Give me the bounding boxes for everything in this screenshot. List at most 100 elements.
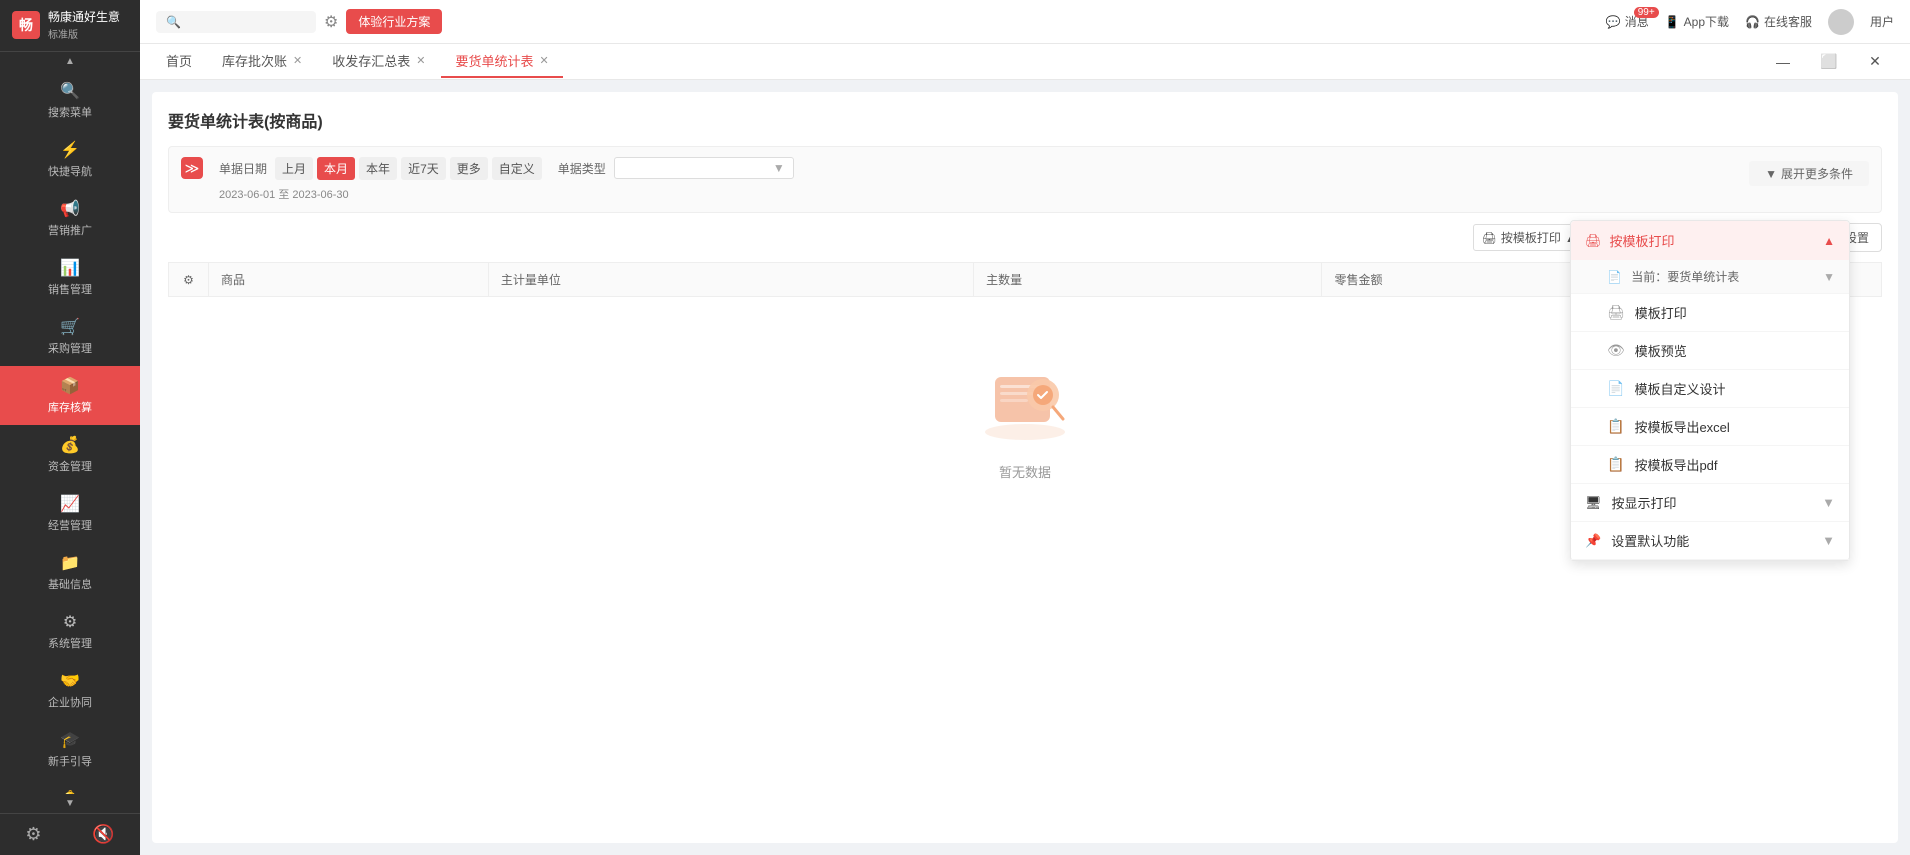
print-btn[interactable]: 🖨 按模板打印 ▲: [1473, 224, 1586, 251]
volume-btn[interactable]: 🔇: [92, 824, 114, 845]
sidebar-item-guide[interactable]: 🎓 新手引导: [0, 720, 140, 779]
message-btn[interactable]: 💬 消息 99+: [1606, 13, 1649, 30]
tab-home[interactable]: 首页: [152, 45, 206, 78]
expand-more-icon: ▼: [1765, 167, 1777, 181]
dropdown-template-pdf[interactable]: 📋 按模板导出pdf: [1571, 446, 1849, 484]
default-fn-left: 📌 设置默认功能: [1585, 531, 1689, 550]
tabs-bar: 首页 库存批次账 ✕ 收发存汇总表 ✕ 要货单统计表 ✕ — ⬜ ✕: [140, 44, 1910, 80]
minimize-btn[interactable]: —: [1760, 44, 1806, 80]
scroll-down-btn[interactable]: ▼: [0, 794, 140, 813]
close-window-btn[interactable]: ✕: [1852, 44, 1898, 80]
filter-date-row: 单据日期 上月 本月 本年 近7天 更多 自定义: [219, 157, 542, 180]
settings-gear-btn[interactable]: ⚙: [25, 824, 41, 845]
date-btn-prev[interactable]: 上月: [275, 157, 313, 180]
col-unit: 主计量单位: [488, 263, 973, 297]
print-dropdown-header[interactable]: 🖨 按模板打印 ▲: [1571, 221, 1849, 260]
app-version: 标准版: [48, 26, 120, 41]
display-print-left: 🖥 按显示打印: [1585, 493, 1677, 512]
display-print-icon: 🖥: [1585, 495, 1602, 511]
operation-icon: 📈: [60, 494, 80, 514]
sidebar-bottom: ⚙ 🔇: [0, 813, 140, 855]
template-pdf-icon: 📋: [1607, 456, 1624, 473]
settings-icon: ⚙: [183, 273, 194, 287]
dropdown-display-print[interactable]: 🖥 按显示打印 ▼: [1571, 484, 1849, 522]
print-dropdown-collapse-icon: ▲: [1823, 234, 1835, 248]
current-template-icon: 📄: [1607, 270, 1622, 284]
maximize-btn[interactable]: ⬜: [1806, 44, 1852, 80]
app-download-btn[interactable]: 📱 App下载: [1665, 13, 1729, 30]
dropdown-template-print[interactable]: 🖨 模板打印: [1571, 294, 1849, 332]
date-btn-more[interactable]: 更多: [450, 157, 488, 180]
app-logo: 畅 畅康通好生意 标准版: [0, 0, 140, 52]
doctype-select[interactable]: ▼: [614, 157, 794, 179]
tab-inventory-batch[interactable]: 库存批次账 ✕: [208, 45, 316, 78]
app-name: 畅康通好生意: [48, 10, 120, 26]
current-template-item[interactable]: 📄 当前：要货单统计表 ▼: [1571, 260, 1849, 294]
default-fn-icon: 📌: [1585, 533, 1601, 549]
template-excel-icon: 📋: [1607, 418, 1624, 435]
filter-date-group: 单据日期 上月 本月 本年 近7天 更多 自定义 2023-06-01 至 20…: [219, 157, 542, 202]
filter-expand-btn[interactable]: ≫: [181, 157, 203, 179]
close-receipt-summary-tab[interactable]: ✕: [416, 54, 425, 67]
filter-doctype-row: 单据类型 ▼: [558, 157, 794, 179]
sidebar-item-sales[interactable]: 📊 销售管理: [0, 248, 140, 307]
expand-more-btn[interactable]: ▼ 展开更多条件: [1749, 161, 1869, 186]
search-icon: 🔍: [60, 81, 80, 101]
username-label: 用户: [1870, 13, 1894, 30]
sidebar-item-system[interactable]: ⚙ 系统管理: [0, 602, 140, 661]
dropdown-default-fn[interactable]: 📌 设置默认功能 ▼: [1571, 522, 1849, 560]
close-order-stats-tab[interactable]: ✕: [540, 54, 549, 67]
filter-bar: ≫ 单据日期 上月 本月 本年 近7天 更多 自定义 2023-06-01: [168, 146, 1882, 213]
topbar-left: 🔍 ⚙ 体验行业方案: [156, 9, 442, 34]
sidebar-item-collab[interactable]: 🤝 企业协同: [0, 661, 140, 720]
date-btn-7days[interactable]: 近7天: [401, 157, 446, 180]
online-service-btn[interactable]: 🎧 在线客服: [1745, 13, 1812, 30]
sidebar-item-purchase[interactable]: 🛒 采购管理: [0, 307, 140, 366]
sidebar-item-finance[interactable]: 💰 资金管理: [0, 425, 140, 484]
col-settings[interactable]: ⚙: [169, 263, 209, 297]
default-fn-arrow: ▼: [1822, 533, 1835, 548]
download-icon: 📱: [1665, 15, 1680, 29]
dropdown-template-excel[interactable]: 📋 按模板导出excel: [1571, 408, 1849, 446]
sales-icon: 📊: [60, 258, 80, 278]
collab-icon: 🤝: [60, 671, 80, 691]
sidebar-nav: 🔍 搜索菜单 ⚡ 快捷导航 📢 营销推广 📊 销售管理 🛒 采购管理 📦 库存核…: [0, 71, 140, 794]
close-inventory-batch-tab[interactable]: ✕: [293, 54, 302, 67]
industry-btn[interactable]: 体验行业方案: [346, 9, 442, 34]
system-icon: ⚙: [63, 612, 77, 632]
template-print-icon: 🖨: [1607, 304, 1625, 321]
tab-receipt-summary[interactable]: 收发存汇总表 ✕: [318, 45, 439, 78]
date-label: 单据日期: [219, 160, 267, 177]
date-btn-custom[interactable]: 自定义: [492, 157, 542, 180]
logo-icon: 畅: [12, 11, 40, 39]
display-print-arrow: ▼: [1822, 495, 1835, 510]
sidebar-item-app-center[interactable]: 🔔 应用中心: [0, 779, 140, 794]
sidebar-item-marketing[interactable]: 📢 营销推广: [0, 189, 140, 248]
sidebar-item-search[interactable]: 🔍 搜索菜单: [0, 71, 140, 130]
topbar-gear-btn[interactable]: ⚙: [324, 12, 338, 32]
sidebar-item-basic[interactable]: 📁 基础信息: [0, 543, 140, 602]
main-area: 🔍 ⚙ 体验行业方案 💬 消息 99+ 📱 App下载 🎧 在线客服 用户: [140, 0, 1910, 855]
window-controls: — ⬜ ✕: [1760, 44, 1898, 80]
topbar-search-box[interactable]: 🔍: [156, 11, 316, 33]
finance-icon: 💰: [60, 435, 80, 455]
sidebar: 畅 畅康通好生意 标准版 ▲ 🔍 搜索菜单 ⚡ 快捷导航 📢 营销推广 📊 销售…: [0, 0, 140, 855]
date-btn-curr[interactable]: 本月: [317, 157, 355, 180]
empty-illustration: [975, 357, 1075, 447]
sidebar-item-quick-nav[interactable]: ⚡ 快捷导航: [0, 130, 140, 189]
print-dropdown-title: 🖨 按模板打印: [1585, 231, 1675, 250]
date-buttons: 上月 本月 本年 近7天 更多 自定义: [275, 157, 542, 180]
user-avatar[interactable]: [1828, 9, 1854, 35]
sidebar-item-inventory[interactable]: 📦 库存核算: [0, 366, 140, 425]
scroll-up-btn[interactable]: ▲: [0, 52, 140, 71]
sidebar-item-operation[interactable]: 📈 经营管理: [0, 484, 140, 543]
dropdown-template-preview[interactable]: 👁 模板预览: [1571, 332, 1849, 370]
tab-order-stats[interactable]: 要货单统计表 ✕: [441, 45, 562, 78]
topbar-right: 💬 消息 99+ 📱 App下载 🎧 在线客服 用户: [1606, 9, 1894, 35]
filter-doctype-group: 单据类型 ▼: [558, 157, 794, 179]
date-btn-year[interactable]: 本年: [359, 157, 397, 180]
service-icon: 🎧: [1745, 15, 1760, 29]
dropdown-template-custom[interactable]: 📄 模板自定义设计: [1571, 370, 1849, 408]
page-content: 要货单统计表(按商品) ≫ 单据日期 上月 本月 本年 近7天 更多 自定义: [140, 80, 1910, 855]
template-preview-icon: 👁: [1607, 342, 1625, 359]
